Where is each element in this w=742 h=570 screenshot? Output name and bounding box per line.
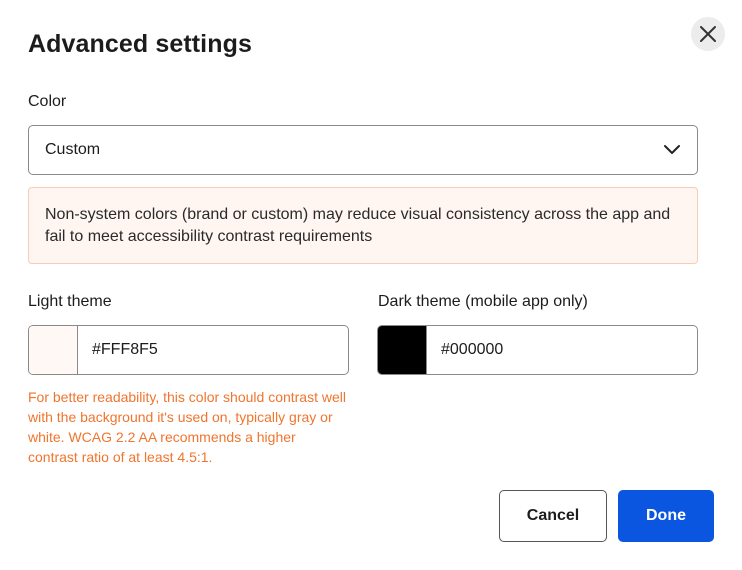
color-select[interactable]: Custom (28, 125, 698, 175)
close-button[interactable] (691, 17, 725, 51)
color-select-value: Custom (45, 141, 101, 158)
light-theme-color-field (28, 325, 349, 375)
contrast-warning-banner: Non-system colors (brand or custom) may … (28, 187, 698, 264)
light-theme-swatch[interactable] (29, 326, 78, 374)
color-label: Color (28, 93, 67, 110)
dark-theme-label: Dark theme (mobile app only) (378, 293, 588, 310)
light-theme-label: Light theme (28, 293, 112, 310)
advanced-settings-dialog: Advanced settings Color Custom Non-syste… (0, 0, 742, 570)
chevron-down-icon (664, 145, 680, 154)
done-button[interactable]: Done (618, 490, 714, 542)
light-theme-helper-text: For better readability, this color shoul… (28, 389, 346, 465)
dark-theme-swatch[interactable] (378, 326, 427, 374)
close-icon (700, 26, 716, 42)
cancel-button[interactable]: Cancel (499, 490, 607, 542)
light-theme-hex-input[interactable] (78, 326, 348, 374)
dark-theme-hex-input[interactable] (427, 326, 697, 374)
dark-theme-color-field (377, 325, 698, 375)
dialog-title: Advanced settings (28, 30, 252, 58)
